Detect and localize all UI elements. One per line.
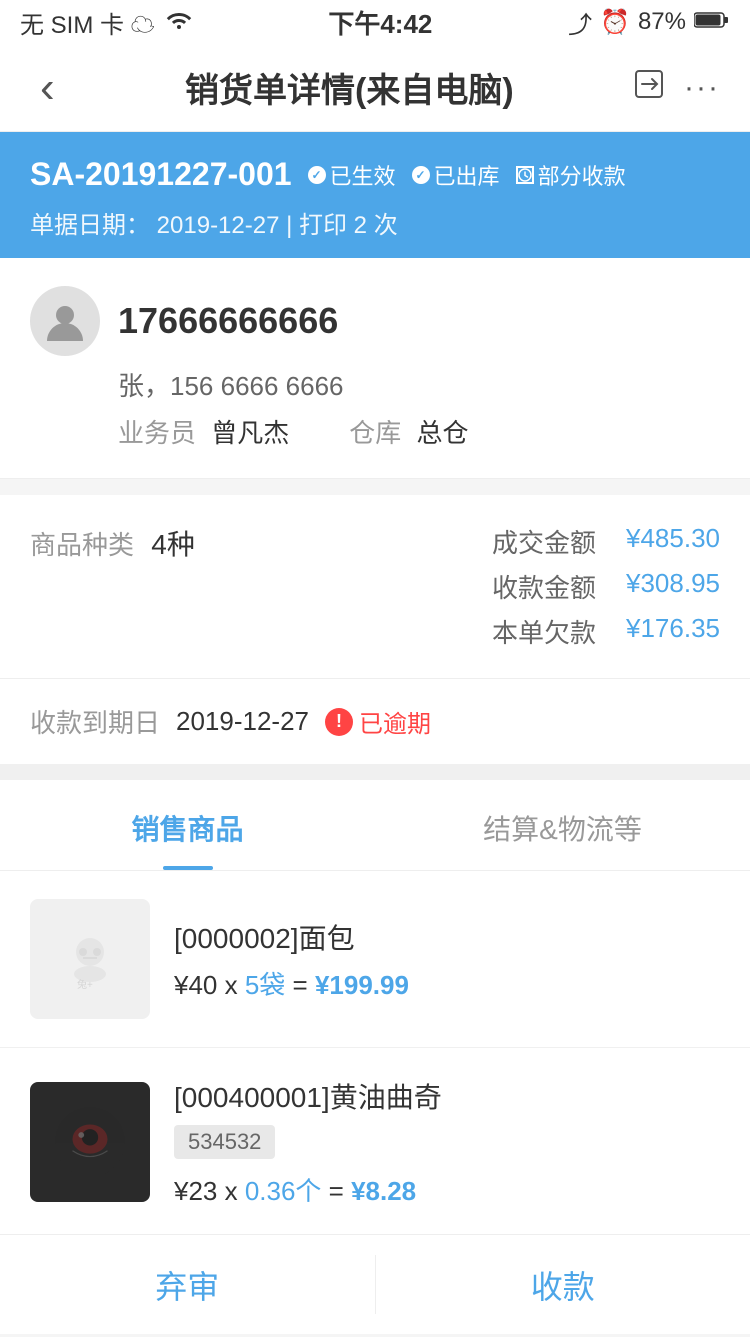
alarm-icon: ⏰ <box>600 8 630 37</box>
check-icon-2 <box>412 166 430 184</box>
badge-shipped: 已出库 <box>412 159 500 191</box>
status-time: 下午4:42 <box>328 4 432 41</box>
location-icon: ⤴ <box>568 5 592 40</box>
product-thumb-1: 兔+ <box>30 899 150 1019</box>
financial-stats: 成交金额 ¥485.30 收款金额 ¥308.95 本单欠款 ¥176.35 <box>492 523 720 650</box>
product-info-2: [000400001]黄油曲奇 534532 ¥23 x 0.36个 = ¥8.… <box>174 1076 720 1208</box>
status-left: 无 SIM 卡 ☁ <box>20 5 193 40</box>
confirm-button[interactable]: 收款 <box>376 1235 750 1334</box>
nav-actions: ··· <box>634 69 720 107</box>
tab-settlement[interactable]: 结算&物流等 <box>375 780 750 870</box>
product-item-1: 兔+ [0000002]面包 ¥40 x 5袋 = ¥199.99 <box>0 871 750 1048</box>
deal-amount-row: 成交金额 ¥485.30 <box>492 523 720 560</box>
customer-meta: 业务员 曾凡杰 仓库 总仓 <box>118 413 720 450</box>
sales-info: 业务员 曾凡杰 <box>118 413 289 450</box>
product-sku-2: 534532 <box>174 1125 275 1159</box>
order-header-banner: SA-20191227-001 已生效 已出库 部分收款 单据日期： 2019-… <box>0 132 750 258</box>
cancel-button[interactable]: 弃审 <box>0 1235 375 1334</box>
overdue-badge: ! 已逾期 <box>325 704 431 739</box>
product-price-1: ¥40 x 5袋 = ¥199.99 <box>174 965 720 1002</box>
stats-section: 商品种类 4种 成交金额 ¥485.30 收款金额 ¥308.95 本单欠款 ¥… <box>0 495 750 679</box>
badge-effective: 已生效 <box>308 159 396 191</box>
due-date-section: 收款到期日 2019-12-27 ! 已逾期 <box>0 679 750 780</box>
product-item-2: [000400001]黄油曲奇 534532 ¥23 x 0.36个 = ¥8.… <box>0 1048 750 1237</box>
customer-name: 17666666666 <box>118 300 338 342</box>
product-price-2: ¥23 x 0.36个 = ¥8.28 <box>174 1171 720 1208</box>
overdue-icon: ! <box>325 708 353 736</box>
collected-amount-row: 收款金额 ¥308.95 <box>492 568 720 605</box>
tab-sales-products[interactable]: 销售商品 <box>0 780 375 870</box>
check-icon <box>308 166 326 184</box>
badge-partial: 部分收款 <box>516 159 626 191</box>
page-title: 销货单详情(来自电脑) <box>185 63 514 112</box>
warehouse-info: 仓库 总仓 <box>349 413 468 450</box>
clock-icon <box>516 166 534 184</box>
debt-amount-row: 本单欠款 ¥176.35 <box>492 613 720 650</box>
share-icon[interactable] <box>634 69 664 107</box>
wifi-icon <box>165 8 193 36</box>
battery-label: 87% <box>638 8 686 36</box>
status-right: ⤴ ⏰ 87% <box>568 5 730 40</box>
order-date: 单据日期： 2019-12-27 | 打印 2 次 <box>30 205 720 240</box>
svg-text:兔+: 兔+ <box>77 978 93 991</box>
sim-label: 无 SIM 卡 ☁ <box>20 5 155 40</box>
nav-bar: ‹ 销货单详情(来自电脑) ··· <box>0 44 750 132</box>
back-button[interactable]: ‹ <box>30 63 65 113</box>
customer-section: 17666666666 张，156 6666 6666 业务员 曾凡杰 仓库 总… <box>0 258 750 479</box>
customer-contact: 张，156 6666 6666 <box>118 366 720 403</box>
order-id: SA-20191227-001 <box>30 156 292 193</box>
more-icon[interactable]: ··· <box>684 71 720 105</box>
battery-icon <box>694 8 730 36</box>
product-name-2: [000400001]黄油曲奇 <box>174 1076 720 1116</box>
product-name-1: [0000002]面包 <box>174 917 720 957</box>
product-info-1: [0000002]面包 ¥40 x 5袋 = ¥199.99 <box>174 917 720 1002</box>
product-list: 兔+ [0000002]面包 ¥40 x 5袋 = ¥199.99 [00040… <box>0 871 750 1237</box>
product-tabs: 销售商品 结算&物流等 <box>0 780 750 871</box>
product-thumb-2 <box>30 1082 150 1202</box>
product-types: 商品种类 4种 <box>30 523 195 650</box>
bottom-bar: 弃审 收款 <box>0 1234 750 1334</box>
customer-avatar <box>30 286 100 356</box>
status-bar: 无 SIM 卡 ☁ 下午4:42 ⤴ ⏰ 87% <box>0 0 750 44</box>
